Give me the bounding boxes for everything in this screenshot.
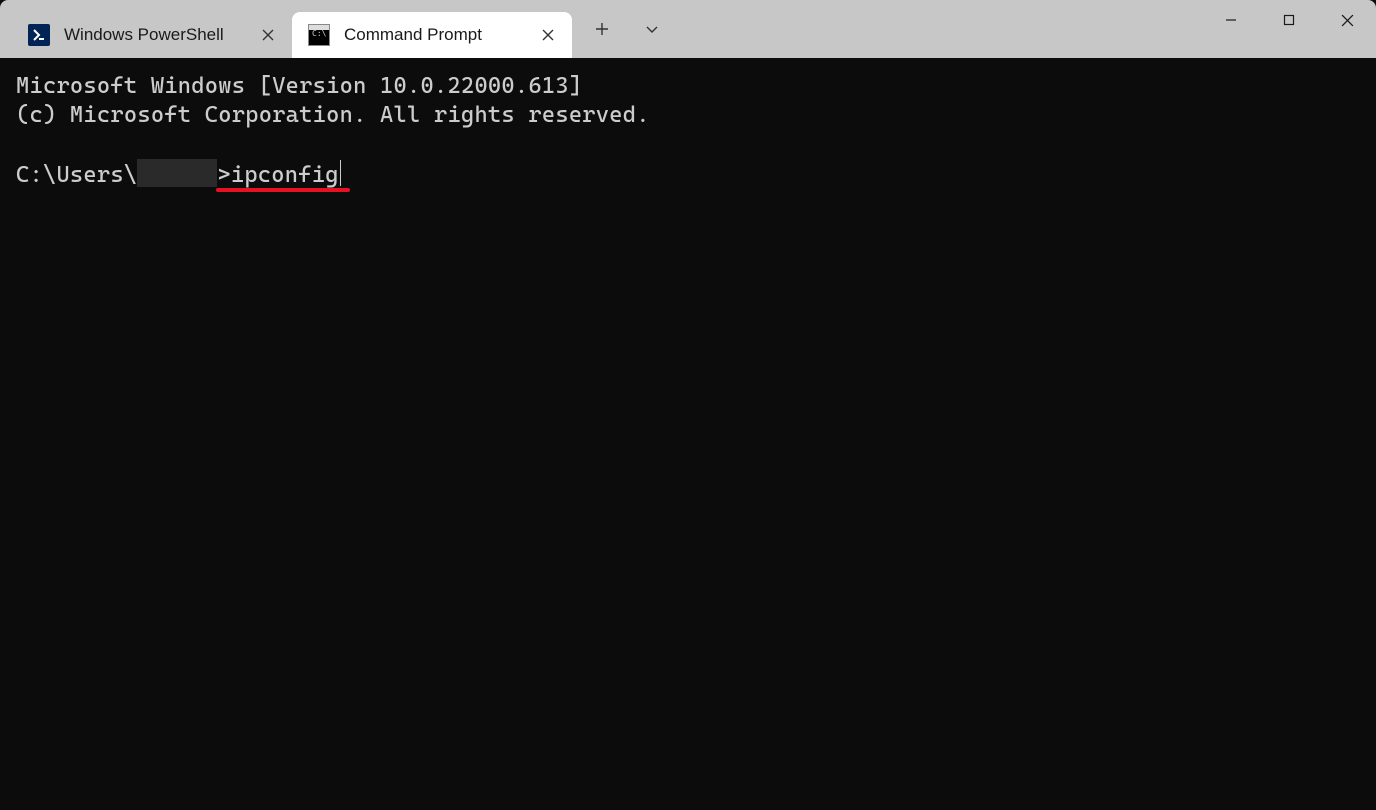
terminal-output[interactable]: Microsoft Windows [Version 10.0.22000.61… [0, 58, 1376, 233]
window-controls [1202, 0, 1376, 40]
typed-command: ipconfig [231, 162, 339, 188]
prompt-suffix: > [217, 162, 230, 188]
prompt-path-prefix: C:\Users\ [16, 162, 137, 188]
close-tab-button[interactable] [256, 23, 280, 47]
tab-dropdown-button[interactable] [630, 7, 674, 51]
banner-line: (c) Microsoft Corporation. All rights re… [16, 102, 650, 128]
close-window-button[interactable] [1318, 0, 1376, 40]
titlebar: Windows PowerShell C:\ Command Prompt [0, 0, 1376, 58]
annotation-underline [216, 188, 350, 192]
new-tab-button[interactable] [580, 7, 624, 51]
tab-cmd[interactable]: C:\ Command Prompt [292, 12, 572, 58]
close-tab-button[interactable] [536, 23, 560, 47]
redacted-username [137, 159, 217, 187]
text-cursor [340, 160, 342, 186]
minimize-button[interactable] [1202, 0, 1260, 40]
banner-line: Microsoft Windows [Version 10.0.22000.61… [16, 73, 582, 99]
cmd-icon: C:\ [308, 24, 330, 46]
powershell-icon [28, 24, 50, 46]
tab-powershell[interactable]: Windows PowerShell [12, 12, 292, 58]
tab-strip: Windows PowerShell C:\ Command Prompt [12, 0, 572, 58]
tab-actions [580, 0, 674, 58]
maximize-button[interactable] [1260, 0, 1318, 40]
tab-label: Windows PowerShell [64, 25, 242, 45]
tab-label: Command Prompt [344, 25, 522, 45]
